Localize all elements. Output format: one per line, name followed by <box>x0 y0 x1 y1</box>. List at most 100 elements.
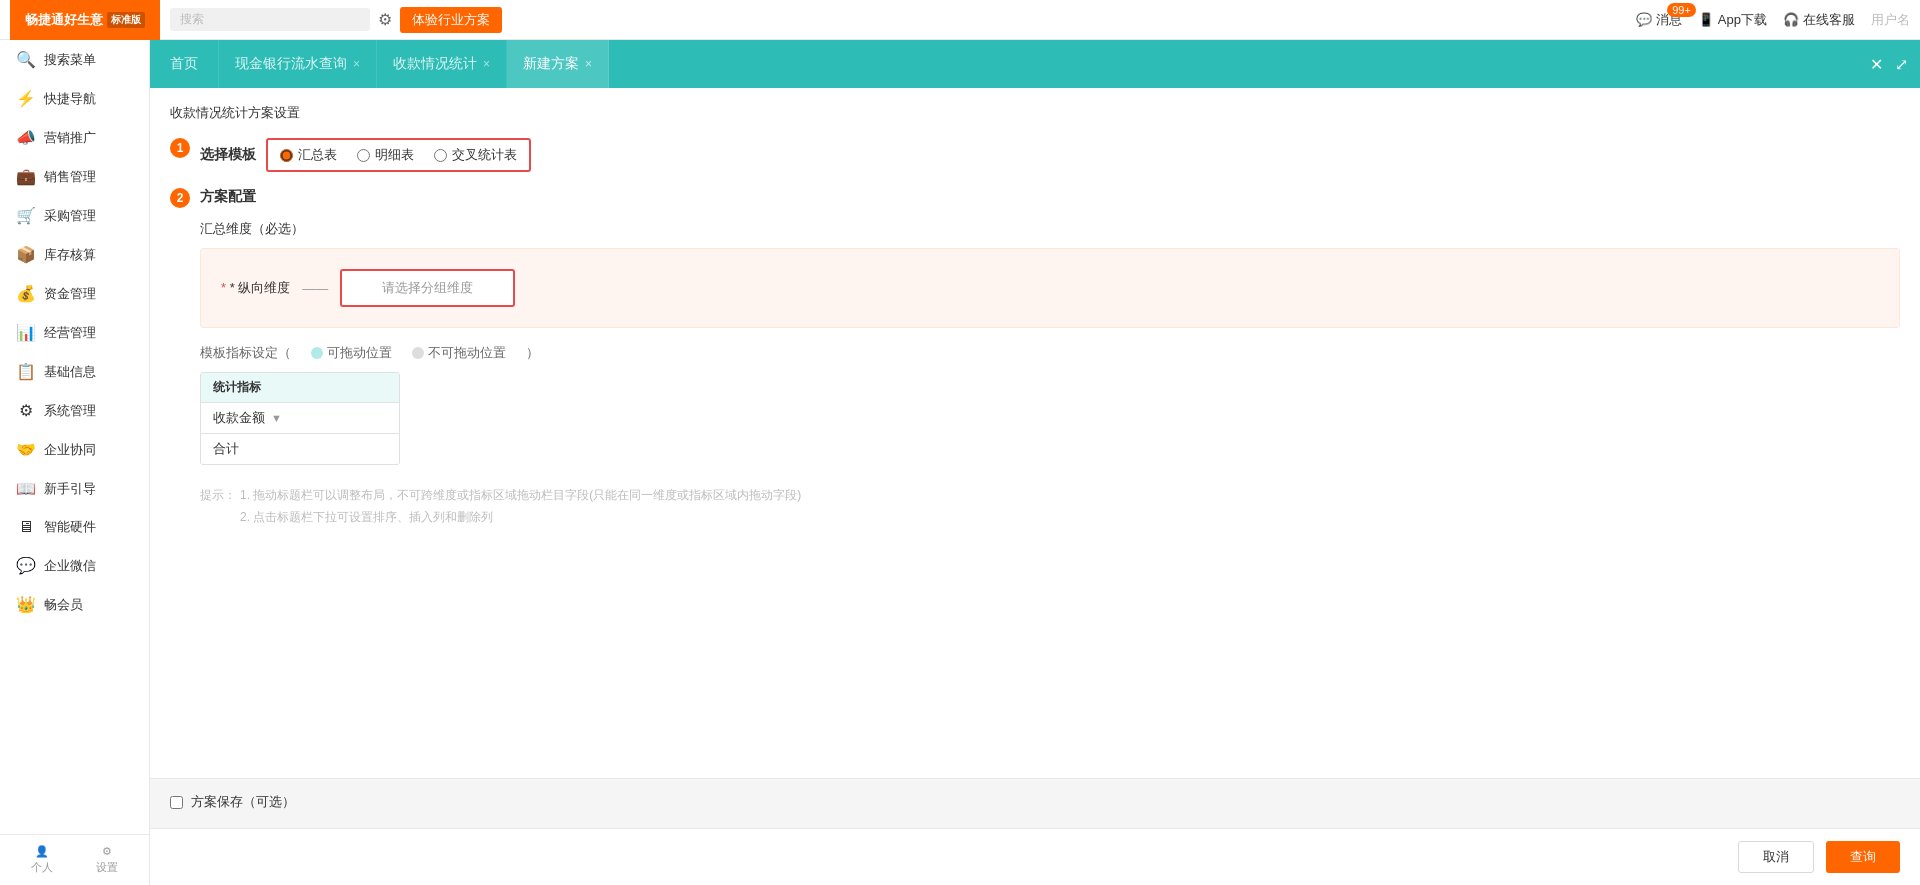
sidebar-item-member[interactable]: 👑 畅会员 <box>0 585 149 624</box>
guide-icon: 📖 <box>16 479 36 498</box>
sidebar-bottom: 👤 个人 ⚙ 设置 <box>0 834 149 885</box>
metrics-config-label: 模板指标设定（ <box>200 344 291 362</box>
non-draggable-dot <box>412 347 424 359</box>
sidebar-item-quick[interactable]: ⚡ 快捷导航 <box>0 79 149 118</box>
metrics-config-header: 模板指标设定（ 可拖动位置 不可拖动位置 ） <box>200 344 1900 362</box>
tab-home-label: 首页 <box>170 55 198 73</box>
vertical-dim-label: * * 纵向维度 <box>221 279 290 297</box>
sidebar-label-search: 搜索菜单 <box>44 51 96 69</box>
template-option-detail[interactable]: 明细表 <box>357 146 414 164</box>
template-radio-cross[interactable] <box>434 149 447 162</box>
purchase-icon: 🛒 <box>16 206 36 225</box>
search-icon: 🔍 <box>16 50 36 69</box>
app-name: 畅捷通好生意 <box>25 11 103 29</box>
sidebar-item-purchase[interactable]: 🛒 采购管理 <box>0 196 149 235</box>
save-label: 方案保存（可选） <box>191 793 295 811</box>
gear-icon[interactable]: ⚙ <box>378 10 392 29</box>
tab-close-icon[interactable]: ✕ <box>1870 55 1883 74</box>
sidebar-label-basic: 基础信息 <box>44 363 96 381</box>
sidebar-label-wechat: 企业微信 <box>44 557 96 575</box>
sidebar-item-finance[interactable]: 💰 资金管理 <box>0 274 149 313</box>
sidebar-nav: 🔍 搜索菜单 ⚡ 快捷导航 📣 营销推广 💼 销售管理 🛒 采购管理 📦 <box>0 40 149 834</box>
sidebar-item-search[interactable]: 🔍 搜索菜单 <box>0 40 149 79</box>
tab-cash-label: 现金银行流水查询 <box>235 55 347 73</box>
marketing-icon: 📣 <box>16 128 36 147</box>
sidebar-label-marketing: 营销推广 <box>44 129 96 147</box>
template-label-summary: 汇总表 <box>298 146 337 164</box>
service-label: 在线客服 <box>1803 11 1855 29</box>
template-radio-detail[interactable] <box>357 149 370 162</box>
industry-btn[interactable]: 体验行业方案 <box>400 7 502 33</box>
hint-line-2: 提示： 2. 点击标题栏下拉可设置排序、插入列和删除列 <box>200 507 1900 529</box>
tab-new-plan-label: 新建方案 <box>523 55 579 73</box>
non-draggable-label: 不可拖动位置 <box>428 344 506 362</box>
sidebar-item-wechat[interactable]: 💬 企业微信 <box>0 546 149 585</box>
service-btn[interactable]: 🎧 在线客服 <box>1783 11 1855 29</box>
metrics-row-amount[interactable]: 收款金额 ▼ <box>201 402 399 433</box>
sales-icon: 💼 <box>16 167 36 186</box>
metrics-total-row: 合计 <box>201 433 399 464</box>
message-badge: 99+ <box>1667 3 1696 17</box>
sidebar-label-system: 系统管理 <box>44 402 96 420</box>
tab-new-plan-close[interactable]: × <box>585 57 592 71</box>
page-subtitle: 收款情况统计方案设置 <box>170 104 1900 122</box>
sidebar-item-collab[interactable]: 🤝 企业协同 <box>0 430 149 469</box>
tab-expand-icon[interactable]: ⤢ <box>1895 55 1908 74</box>
settings-label: 设置 <box>96 860 118 875</box>
step1-num: 1 <box>170 138 190 158</box>
settings-icon: ⚙ <box>102 845 112 858</box>
sidebar-label-collab: 企业协同 <box>44 441 96 459</box>
dim-placeholder[interactable]: 请选择分组维度 <box>340 269 515 307</box>
download-btn[interactable]: 📱 App下载 <box>1698 11 1767 29</box>
sidebar-item-sales[interactable]: 💼 销售管理 <box>0 157 149 196</box>
personal-label: 个人 <box>31 860 53 875</box>
basic-icon: 📋 <box>16 362 36 381</box>
save-checkbox[interactable] <box>170 796 183 809</box>
template-option-cross[interactable]: 交叉统计表 <box>434 146 517 164</box>
member-icon: 👑 <box>16 595 36 614</box>
download-label: App下载 <box>1718 11 1767 29</box>
template-label-cross: 交叉统计表 <box>452 146 517 164</box>
tab-right-controls: ✕ ⤢ <box>1870 55 1920 74</box>
sidebar-bottom-personal[interactable]: 👤 个人 <box>31 845 53 875</box>
cancel-button[interactable]: 取消 <box>1738 841 1814 873</box>
sidebar-item-management[interactable]: 📊 经营管理 <box>0 313 149 352</box>
content-area: 首页 现金银行流水查询 × 收款情况统计 × 新建方案 × ✕ ⤢ 收款情况统计… <box>150 40 1920 885</box>
metrics-dropdown-btn[interactable]: 收款金额 ▼ <box>213 409 282 427</box>
message-btn[interactable]: 💬 消息 99+ <box>1636 11 1682 29</box>
sidebar-bottom-settings[interactable]: ⚙ 设置 <box>96 845 118 875</box>
tab-cash[interactable]: 现金银行流水查询 × <box>219 40 377 88</box>
sidebar-label-inventory: 库存核算 <box>44 246 96 264</box>
header-right: 💬 消息 99+ 📱 App下载 🎧 在线客服 用户名 <box>1636 11 1910 29</box>
sidebar-item-inventory[interactable]: 📦 库存核算 <box>0 235 149 274</box>
tab-receipt[interactable]: 收款情况统计 × <box>377 40 507 88</box>
quick-icon: ⚡ <box>16 89 36 108</box>
tab-new-plan[interactable]: 新建方案 × <box>507 40 609 88</box>
template-radio-summary[interactable] <box>280 149 293 162</box>
required-star: * <box>221 280 226 295</box>
header-search[interactable]: 搜索 <box>170 8 370 31</box>
sidebar-label-finance: 资金管理 <box>44 285 96 303</box>
step2-section: 2 方案配置 汇总维度（必选） * * 纵向维度 <box>170 188 1900 528</box>
sidebar-item-hardware[interactable]: 🖥 智能硬件 <box>0 508 149 546</box>
tab-receipt-close[interactable]: × <box>483 57 490 71</box>
sidebar-item-basic[interactable]: 📋 基础信息 <box>0 352 149 391</box>
tab-bar: 首页 现金银行流水查询 × 收款情况统计 × 新建方案 × ✕ ⤢ <box>150 40 1920 88</box>
user-area[interactable]: 用户名 <box>1871 11 1910 29</box>
hint-prefix-1: 提示： <box>200 485 236 507</box>
sidebar-item-system[interactable]: ⚙ 系统管理 <box>0 391 149 430</box>
inventory-icon: 📦 <box>16 245 36 264</box>
query-button[interactable]: 查询 <box>1826 841 1900 873</box>
tab-home[interactable]: 首页 <box>150 40 219 88</box>
tab-cash-close[interactable]: × <box>353 57 360 71</box>
wechat-icon: 💬 <box>16 556 36 575</box>
step2-title: 方案配置 <box>200 188 256 204</box>
summary-dim-label: 汇总维度（必选） <box>200 220 1900 238</box>
service-icon: 🎧 <box>1783 12 1799 27</box>
draggable-label: 可拖动位置 <box>327 344 392 362</box>
sidebar-item-guide[interactable]: 📖 新手引导 <box>0 469 149 508</box>
footer-buttons: 取消 查询 <box>150 828 1920 885</box>
sidebar-item-marketing[interactable]: 📣 营销推广 <box>0 118 149 157</box>
sidebar-label-guide: 新手引导 <box>44 480 96 498</box>
template-option-summary[interactable]: 汇总表 <box>280 146 337 164</box>
